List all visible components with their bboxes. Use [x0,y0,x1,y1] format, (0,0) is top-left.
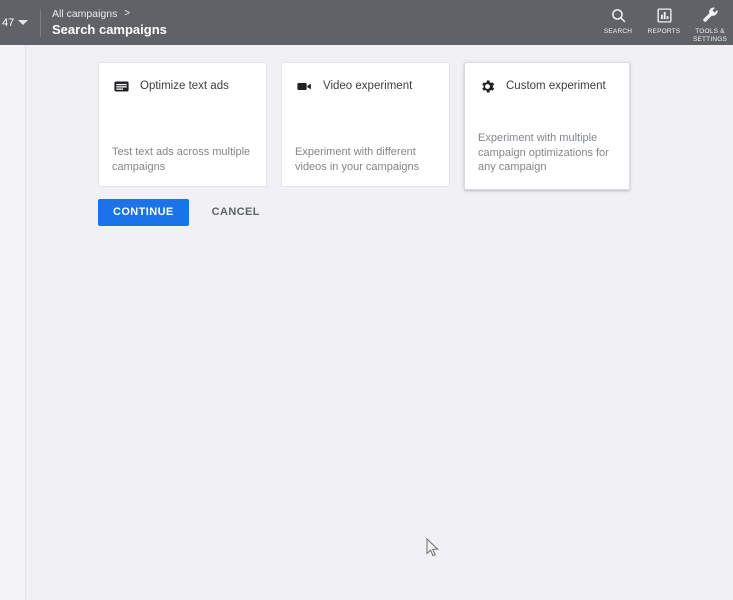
wrench-icon [701,4,719,26]
card-description: Experiment with different videos in your… [295,145,436,174]
breadcrumb-parent-link[interactable]: All campaigns [52,7,117,21]
main-content: Optimize text ads Test text ads across m… [27,45,733,600]
search-button[interactable]: SEARCH [595,4,641,36]
reports-button[interactable]: REPORTS [641,4,687,36]
account-selector[interactable]: 47 [0,0,38,45]
card-title: Custom experiment [506,79,606,94]
gear-icon [478,77,496,95]
cancel-button[interactable]: CANCEL [200,199,272,226]
left-navigation-rail [0,45,26,600]
appbar-actions: SEARCH REPORTS TOOLS & SETTINGS [595,0,733,45]
tools-settings-button-label: TOOLS & SETTINGS [693,28,727,44]
breadcrumb: All campaigns > Search campaigns [52,0,167,45]
search-icon [610,4,627,26]
action-button-row: CONTINUE CANCEL [98,199,272,226]
tools-settings-button[interactable]: TOOLS & SETTINGS [687,4,733,44]
card-title: Optimize text ads [140,79,229,94]
card-header: Video experiment [295,77,436,95]
account-number: 47 [2,17,14,29]
bar-chart-icon [656,4,673,26]
experiment-card-video-experiment[interactable]: Video experiment Experiment with differe… [281,62,450,187]
appbar-divider [40,9,41,37]
text-ad-icon [112,77,130,95]
chevron-down-icon [18,20,28,25]
card-description: Experiment with multiple campaign optimi… [478,131,616,175]
videocam-icon [295,77,313,95]
reports-button-label: REPORTS [648,28,681,36]
card-header: Custom experiment [478,77,616,95]
card-title: Video experiment [323,79,412,94]
breadcrumb-parent-row[interactable]: All campaigns > [52,7,167,21]
experiment-type-card-list: Optimize text ads Test text ads across m… [98,62,630,190]
card-header: Optimize text ads [112,77,253,95]
chevron-right-icon: > [124,7,130,21]
page-title: Search campaigns [52,22,167,38]
card-description: Test text ads across multiple campaigns [112,145,253,174]
continue-button[interactable]: CONTINUE [98,199,189,226]
search-button-label: SEARCH [604,28,632,36]
top-app-bar: 47 All campaigns > Search campaigns SEAR… [0,0,733,45]
experiment-card-optimize-text-ads[interactable]: Optimize text ads Test text ads across m… [98,62,267,187]
experiment-card-custom-experiment[interactable]: Custom experiment Experiment with multip… [464,62,630,190]
